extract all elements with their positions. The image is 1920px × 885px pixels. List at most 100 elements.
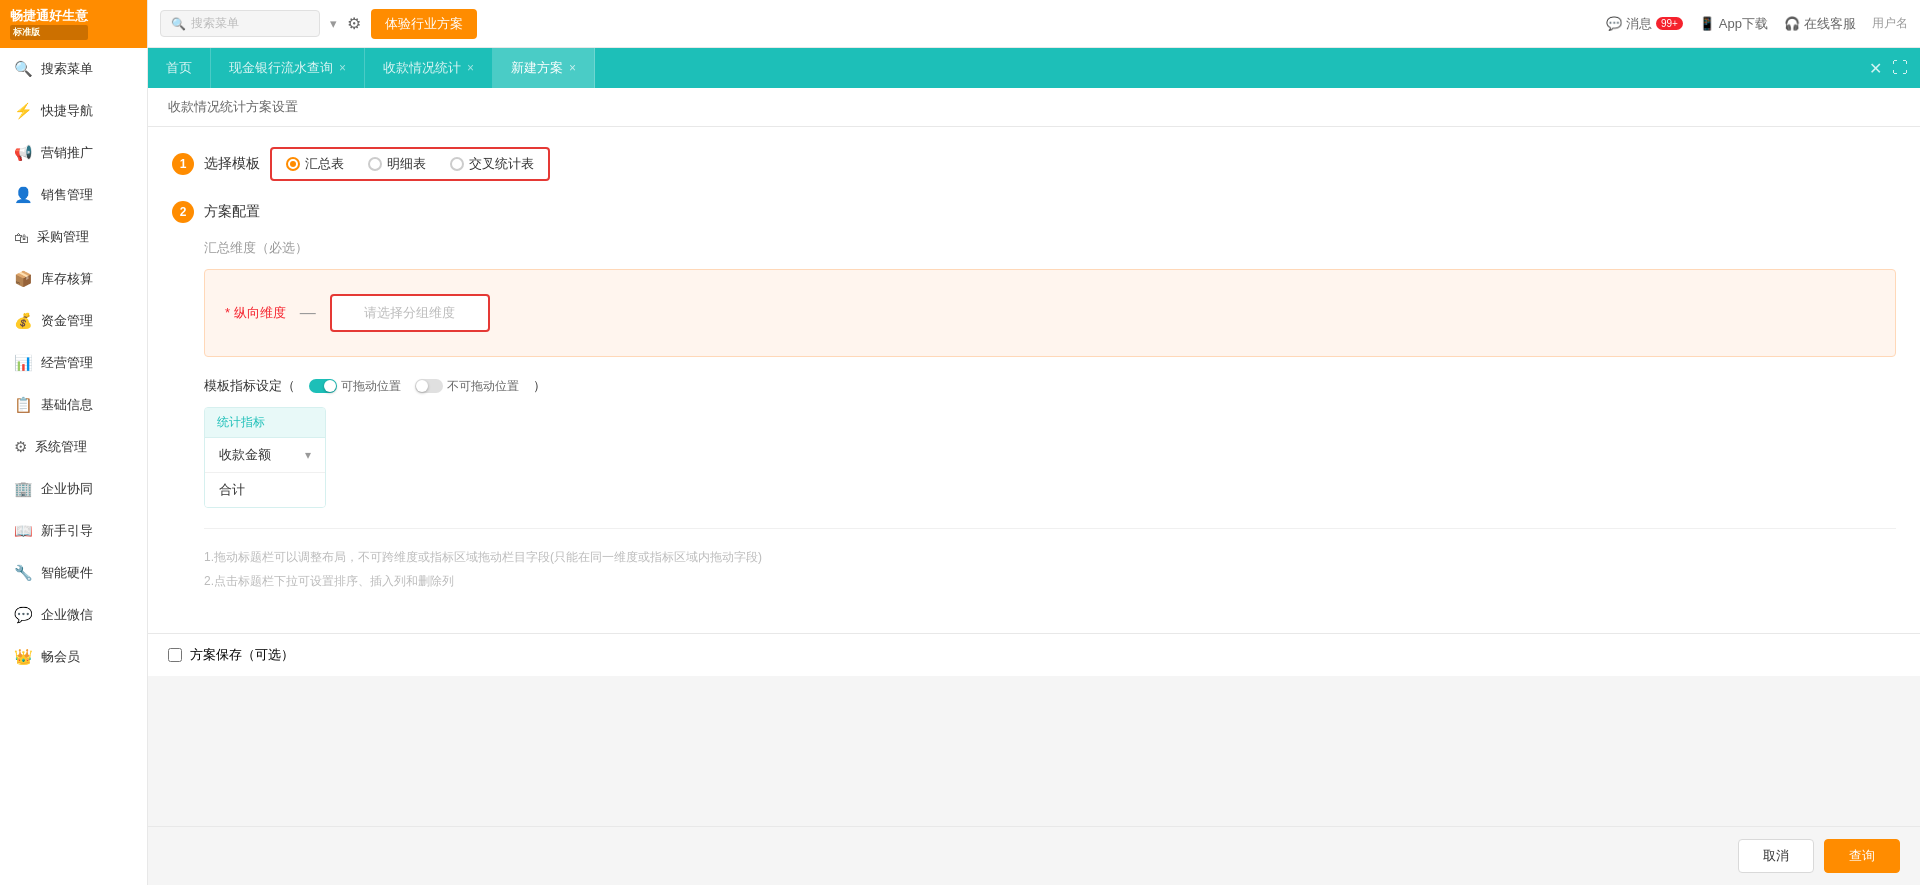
tab-1[interactable]: 现金银行流水查询 × <box>211 48 365 88</box>
tab-3[interactable]: 新建方案 × <box>493 48 595 88</box>
service-button[interactable]: 🎧 在线客服 <box>1784 15 1856 33</box>
tab-close-3[interactable]: × <box>569 61 576 75</box>
sidebar-icon-14: 👑 <box>14 648 33 666</box>
tab-label-3: 新建方案 <box>511 59 563 77</box>
sidebar-item-13[interactable]: 💬企业微信 <box>0 594 147 636</box>
radio-label-1: 明细表 <box>387 155 426 173</box>
sidebar-label-11: 新手引导 <box>41 522 93 540</box>
hint-line2: 2.点击标题栏下拉可设置排序、插入列和删除列 <box>204 569 1896 593</box>
close-window-icon[interactable]: ✕ <box>1869 59 1882 78</box>
sidebar-icon-6: 💰 <box>14 312 33 330</box>
tab-label-1: 现金银行流水查询 <box>229 59 333 77</box>
radio-circle-1 <box>368 157 382 171</box>
sidebar-icon-9: ⚙ <box>14 438 27 456</box>
indicator-group-title: 统计指标 <box>205 408 325 438</box>
sidebar-item-12[interactable]: 🔧 智能硬件 <box>0 552 147 594</box>
group-dim-select[interactable]: 请选择分组维度 <box>330 294 490 332</box>
radio-option-2[interactable]: 交叉统计表 <box>450 155 534 173</box>
tab-2[interactable]: 收款情况统计× <box>365 48 493 88</box>
indicator-item-total: 合计 <box>205 473 325 507</box>
query-button[interactable]: 查询 <box>1824 839 1900 873</box>
sidebar-icon-3: 👤 <box>14 186 33 204</box>
sidebar-label-10: 企业协同 <box>41 480 93 498</box>
sidebar-item-8[interactable]: 📋基础信息 <box>0 384 147 426</box>
cancel-button[interactable]: 取消 <box>1738 839 1814 873</box>
sidebar-item-9[interactable]: ⚙系统管理 <box>0 426 147 468</box>
template-radio-group: 汇总表 明细表 交叉统计表 <box>270 147 550 181</box>
download-icon: 📱 <box>1699 16 1715 31</box>
sidebar-label-7: 经营管理 <box>41 354 93 372</box>
tab-close-2[interactable]: × <box>467 61 474 75</box>
sidebar-item-2[interactable]: 📢营销推广 <box>0 132 147 174</box>
breadcrumb: 收款情况统计方案设置 <box>168 99 298 114</box>
topbar-dropdown-icon[interactable]: ▾ <box>330 16 337 31</box>
indicator-setting: 模板指标设定（ 可拖动位置 不可拖 <box>204 377 1896 508</box>
sidebar-icon-8: 📋 <box>14 396 33 414</box>
download-label: App下载 <box>1719 15 1768 33</box>
gear-icon[interactable]: ⚙ <box>347 14 361 33</box>
sidebar-icon-11: 📖 <box>14 522 33 540</box>
dimension-area: * 纵向维度 — 请选择分组维度 <box>204 269 1896 357</box>
sidebar-icon-0: 🔍 <box>14 60 33 78</box>
indicator-card-wrap: 统计指标 收款金额 ▾ 合计 <box>204 407 1896 508</box>
sidebar-item-10[interactable]: 🏢 企业协同 <box>0 468 147 510</box>
sidebar-label-0: 搜索菜单 <box>41 60 93 78</box>
draggable-toggle-dot[interactable] <box>309 379 337 393</box>
radio-circle-0 <box>286 157 300 171</box>
dim-arrow: — <box>300 304 316 322</box>
sidebar-item-11[interactable]: 📖 新手引导 <box>0 510 147 552</box>
save-label: 方案保存（可选） <box>190 646 294 664</box>
solution-button[interactable]: 体验行业方案 <box>371 9 477 39</box>
tab-close-1[interactable]: × <box>339 61 346 75</box>
sidebar-item-7[interactable]: 📊经营管理 <box>0 342 147 384</box>
sidebar-item-4[interactable]: 🛍采购管理 <box>0 216 147 258</box>
sidebar-item-5[interactable]: 📦库存核算 <box>0 258 147 300</box>
radio-option-1[interactable]: 明细表 <box>368 155 426 173</box>
hint-line1: 1.拖动标题栏可以调整布局，不可跨维度或指标区域拖动栏目字段(只能在同一维度或指… <box>204 545 1896 569</box>
message-button[interactable]: 💬 消息 99+ <box>1606 15 1683 33</box>
sidebar-icon-12: 🔧 <box>14 564 33 582</box>
indicator-total-label: 合计 <box>219 481 245 499</box>
step2-section: 2 方案配置 汇总维度（必选） * 纵向维度 — 请选择分组维度 <box>172 201 1896 593</box>
dimension-row: * 纵向维度 — 请选择分组维度 <box>225 294 1875 332</box>
search-icon: 🔍 <box>171 17 186 31</box>
hint-section: 1.拖动标题栏可以调整布局，不可跨维度或指标区域拖动栏目字段(只能在同一维度或指… <box>204 545 1896 593</box>
service-label: 在线客服 <box>1804 15 1856 33</box>
sidebar: 畅捷通好生意 标准版 🔍搜索菜单⚡快捷导航📢营销推广👤销售管理🛍采购管理📦库存核… <box>0 0 148 885</box>
non-draggable-toggle-dot[interactable] <box>415 379 443 393</box>
non-draggable-label: 不可拖动位置 <box>447 378 519 395</box>
download-button[interactable]: 📱 App下载 <box>1699 15 1768 33</box>
step2-num: 2 <box>172 201 194 223</box>
non-draggable-toggle[interactable]: 不可拖动位置 <box>415 378 519 395</box>
step1-title: 选择模板 <box>204 155 260 173</box>
message-label: 消息 <box>1626 15 1652 33</box>
sidebar-item-0[interactable]: 🔍 搜索菜单 <box>0 48 147 90</box>
step2-header: 2 方案配置 <box>172 201 1896 223</box>
tabbar-right: ✕ ⛶ <box>1857 48 1920 88</box>
save-checkbox[interactable] <box>168 648 182 662</box>
save-bar: 方案保存（可选） <box>148 633 1920 676</box>
search-box[interactable]: 🔍 搜索菜单 <box>160 10 320 37</box>
service-icon: 🎧 <box>1784 16 1800 31</box>
radio-circle-2 <box>450 157 464 171</box>
sidebar-icon-13: 💬 <box>14 606 33 624</box>
expand-icon[interactable]: ⛶ <box>1892 59 1908 77</box>
sidebar-label-12: 智能硬件 <box>41 564 93 582</box>
user-info: 用户名 <box>1872 15 1908 32</box>
sidebar-icon-1: ⚡ <box>14 102 33 120</box>
tab-0[interactable]: 首页 <box>148 48 211 88</box>
indicator-amount-label: 收款金额 <box>219 446 271 464</box>
sidebar-item-6[interactable]: 💰资金管理 <box>0 300 147 342</box>
radio-label-2: 交叉统计表 <box>469 155 534 173</box>
sidebar-item-3[interactable]: 👤销售管理 <box>0 174 147 216</box>
sidebar-item-14[interactable]: 👑畅会员 <box>0 636 147 678</box>
sidebar-item-1[interactable]: ⚡快捷导航 <box>0 90 147 132</box>
sidebar-icon-10: 🏢 <box>14 480 33 498</box>
indicator-group: 统计指标 收款金额 ▾ 合计 <box>204 407 326 508</box>
step2-title: 方案配置 <box>204 203 260 221</box>
indicator-dropdown-icon[interactable]: ▾ <box>305 448 311 462</box>
sidebar-label-2: 营销推广 <box>41 144 93 162</box>
indicator-label-row: 模板指标设定（ 可拖动位置 不可拖 <box>204 377 1896 395</box>
draggable-toggle[interactable]: 可拖动位置 <box>309 378 401 395</box>
radio-option-0[interactable]: 汇总表 <box>286 155 344 173</box>
